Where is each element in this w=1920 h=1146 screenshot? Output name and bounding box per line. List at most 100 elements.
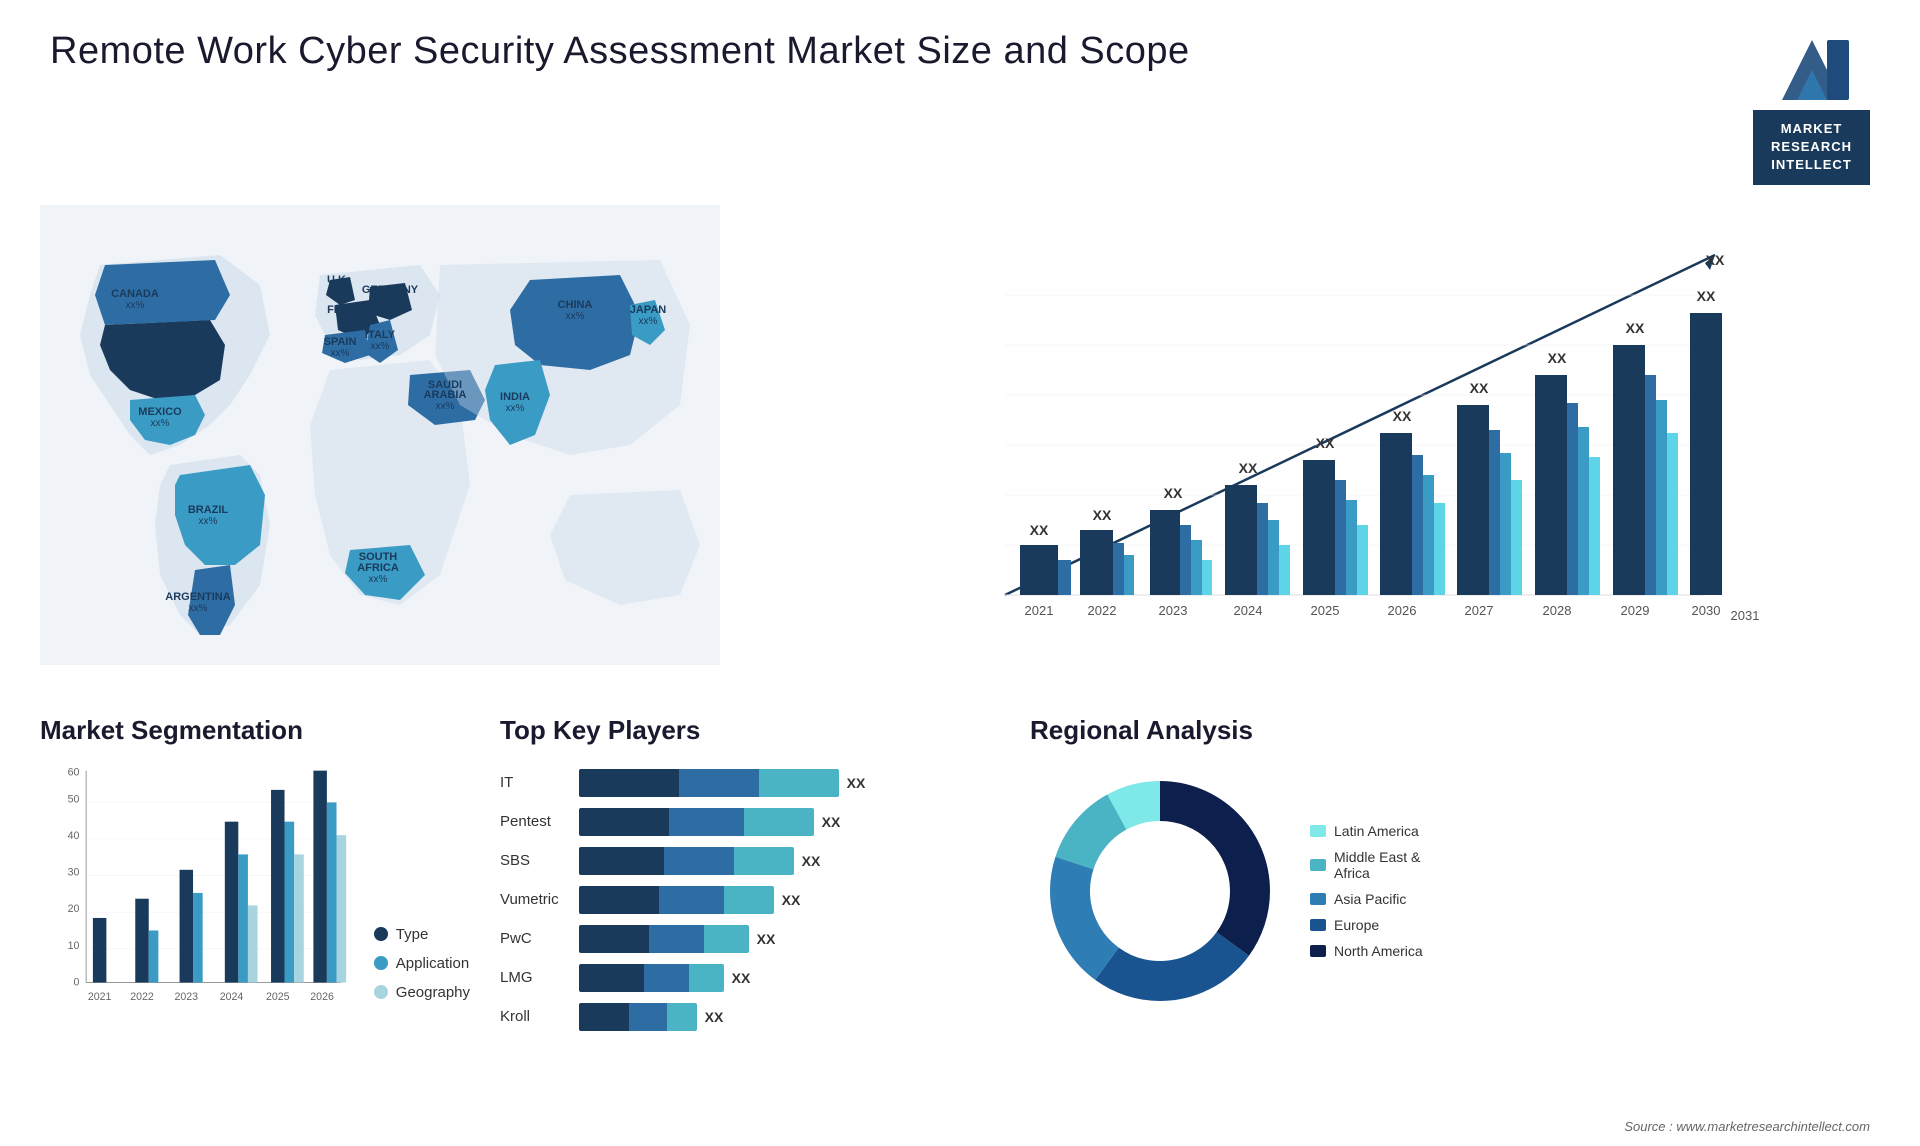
player-bar-row-3: XX — [579, 886, 1000, 914]
legend-north-america: North America — [1310, 943, 1423, 959]
player-xx-6: XX — [705, 1009, 724, 1025]
svg-text:2031: 2031 — [1731, 608, 1760, 623]
player-xx-0: XX — [847, 775, 866, 791]
svg-text:XX: XX — [1393, 408, 1412, 424]
svg-text:CANADA: CANADA — [111, 288, 159, 300]
legend-europe: Europe — [1310, 917, 1423, 933]
players-wrapper: IT Pentest SBS Vumetric PwC LMG Kroll XX — [500, 761, 1000, 1031]
svg-text:2026: 2026 — [310, 990, 334, 1002]
svg-text:xx%: xx% — [639, 316, 658, 327]
svg-text:XX: XX — [1626, 320, 1645, 336]
svg-text:10: 10 — [68, 939, 80, 951]
svg-text:XX: XX — [1697, 288, 1716, 304]
world-map: CANADA xx% U.S. xx% MEXICO xx% BRAZIL xx… — [40, 205, 720, 685]
svg-text:xx%: xx% — [126, 300, 145, 311]
svg-text:2022: 2022 — [1088, 603, 1117, 618]
segmentation-title: Market Segmentation — [40, 715, 470, 746]
legend-dot-application — [374, 956, 388, 970]
svg-text:2025: 2025 — [266, 990, 290, 1002]
svg-text:JAPAN: JAPAN — [630, 304, 667, 316]
svg-text:0: 0 — [74, 976, 80, 988]
svg-text:2022: 2022 — [130, 990, 154, 1002]
svg-text:xx%: xx% — [189, 603, 208, 614]
player-bar-row-4: XX — [579, 925, 1000, 953]
svg-text:xx%: xx% — [329, 286, 348, 297]
players-title: Top Key Players — [500, 715, 1000, 746]
svg-text:XX: XX — [1548, 350, 1567, 366]
legend-dot-type — [374, 927, 388, 941]
svg-text:xx%: xx% — [381, 296, 400, 307]
player-bar-row-6: XX — [579, 1003, 1000, 1031]
svg-text:2023: 2023 — [1159, 603, 1188, 618]
svg-text:ARABIA: ARABIA — [424, 389, 467, 401]
player-xx-1: XX — [822, 814, 841, 830]
svg-text:2027: 2027 — [1465, 603, 1494, 618]
svg-text:AFRICA: AFRICA — [357, 562, 399, 574]
legend-color-europe — [1310, 919, 1326, 931]
player-xx-2: XX — [802, 853, 821, 869]
bar-chart: XX XX XX XX XX — [750, 205, 1880, 685]
svg-text:INDIA: INDIA — [500, 391, 530, 403]
legend-application: Application — [374, 955, 470, 972]
logo-icon — [1772, 30, 1852, 110]
donut-legend: Latin America Middle East &Africa Asia P… — [1310, 823, 1423, 959]
svg-text:xx%: xx% — [369, 574, 388, 585]
svg-text:CHINA: CHINA — [558, 299, 593, 311]
header: Remote Work Cyber Security Assessment Ma… — [0, 0, 1920, 205]
svg-text:xx%: xx% — [341, 316, 360, 327]
svg-text:20: 20 — [68, 903, 80, 915]
source-text: Source : www.marketresearchintellect.com — [1624, 1119, 1870, 1134]
svg-text:U.K.: U.K. — [327, 274, 349, 286]
logo-area: MARKET RESEARCH INTELLECT — [1753, 30, 1870, 185]
svg-text:2028: 2028 — [1543, 603, 1572, 618]
donut-wrapper: Latin America Middle East &Africa Asia P… — [1030, 761, 1880, 1021]
svg-text:U.S.: U.S. — [129, 348, 150, 360]
svg-text:xx%: xx% — [371, 341, 390, 352]
svg-text:BRAZIL: BRAZIL — [188, 504, 229, 516]
svg-text:2029: 2029 — [1621, 603, 1650, 618]
regional-title: Regional Analysis — [1030, 715, 1880, 746]
svg-text:XX: XX — [1316, 435, 1335, 451]
svg-text:xx%: xx% — [436, 401, 455, 412]
svg-text:xx%: xx% — [506, 403, 525, 414]
svg-text:30: 30 — [68, 866, 80, 878]
donut-chart — [1030, 761, 1290, 1021]
svg-text:2023: 2023 — [175, 990, 199, 1002]
svg-text:GERMANY: GERMANY — [362, 284, 419, 296]
svg-text:2025: 2025 — [1311, 603, 1340, 618]
svg-text:XX: XX — [1164, 485, 1183, 501]
svg-text:50: 50 — [68, 793, 80, 805]
svg-text:xx%: xx% — [566, 311, 585, 322]
svg-text:SPAIN: SPAIN — [324, 336, 357, 348]
svg-text:XX: XX — [1470, 380, 1489, 396]
svg-text:40: 40 — [68, 830, 80, 842]
player-label-2: SBS — [500, 847, 559, 875]
player-label-3: Vumetric — [500, 886, 559, 914]
svg-text:xx%: xx% — [199, 516, 218, 527]
legend-color-asia-pacific — [1310, 893, 1326, 905]
player-bar-row-5: XX — [579, 964, 1000, 992]
market-segmentation: Market Segmentation 0 10 20 30 40 50 60 — [40, 715, 470, 1075]
svg-text:ARGENTINA: ARGENTINA — [165, 591, 230, 603]
svg-text:XX: XX — [1706, 252, 1725, 268]
svg-text:2024: 2024 — [220, 990, 244, 1002]
svg-text:XX: XX — [1093, 507, 1112, 523]
svg-text:2021: 2021 — [88, 990, 112, 1002]
legend-latin-america: Latin America — [1310, 823, 1423, 839]
player-bar-row-1: XX — [579, 808, 1000, 836]
svg-text:xx%: xx% — [131, 360, 150, 371]
regional-analysis: Regional Analysis — [1030, 715, 1880, 1075]
player-xx-5: XX — [732, 970, 751, 986]
players-labels: IT Pentest SBS Vumetric PwC LMG Kroll — [500, 761, 559, 1031]
logo-text: MARKET RESEARCH INTELLECT — [1753, 110, 1870, 185]
legend-dot-geography — [374, 985, 388, 999]
legend-asia-pacific: Asia Pacific — [1310, 891, 1423, 907]
legend-type: Type — [374, 926, 470, 943]
player-xx-3: XX — [782, 892, 801, 908]
svg-text:FRANCE: FRANCE — [327, 304, 373, 316]
player-label-6: Kroll — [500, 1003, 559, 1031]
svg-text:2026: 2026 — [1388, 603, 1417, 618]
segmentation-legend: Type Application Geography — [374, 926, 470, 1021]
legend-middle-east: Middle East &Africa — [1310, 849, 1423, 881]
segmentation-svg: 0 10 20 30 40 50 60 — [40, 761, 354, 1021]
